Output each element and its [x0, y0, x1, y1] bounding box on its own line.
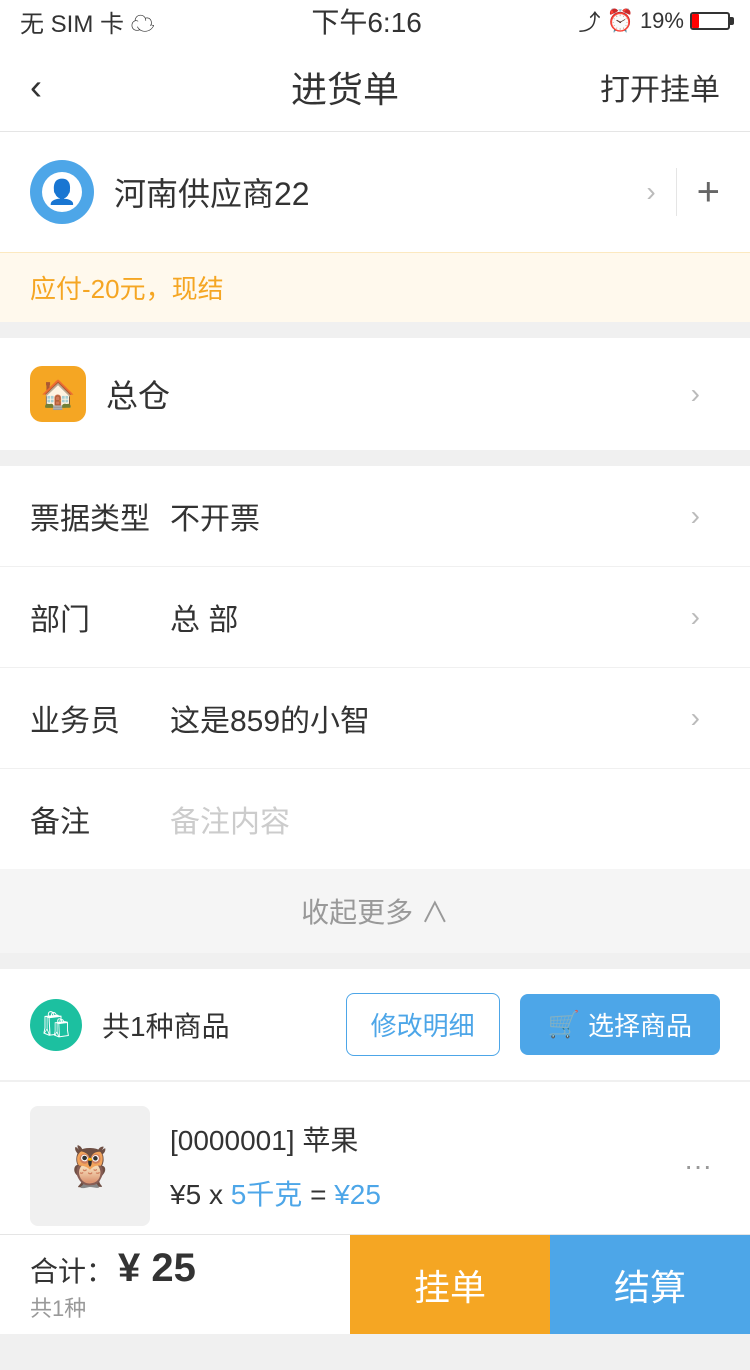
hang-label: 挂单	[414, 1259, 486, 1311]
multiply-sign: x	[209, 1179, 231, 1210]
products-count-label: 共1种商品	[102, 1005, 326, 1045]
total-label: 合计：	[30, 1250, 114, 1290]
select-label: 选择商品	[588, 1006, 692, 1043]
location-icon: ⤴	[579, 5, 601, 37]
salesman-label: 业务员	[30, 696, 150, 740]
nav-bar: ‹ 进货单 打开挂单	[0, 42, 750, 132]
page-title: 进货单	[291, 61, 399, 113]
status-time: 下午6:16	[311, 1, 422, 41]
product-total: ¥25	[334, 1179, 381, 1210]
product-thumb-icon: 🦉	[65, 1143, 115, 1190]
unit-price: ¥5	[170, 1179, 201, 1210]
product-price-row: ¥5 x 5千克 = ¥25	[170, 1173, 656, 1213]
product-item: 🦉 [0000001] 苹果 ¥5 x 5千克 = ¥25 ···	[0, 1082, 750, 1250]
open-pending-button[interactable]: 打开挂单	[600, 65, 720, 109]
supplier-name: 河南供应商22	[114, 169, 646, 215]
quantity: 5千克	[231, 1179, 303, 1210]
product-code: [0000001]	[170, 1125, 295, 1156]
checkout-label: 结算	[614, 1259, 686, 1311]
total-sub-label: 共1种	[30, 1291, 320, 1323]
hang-order-button[interactable]: 挂单	[350, 1235, 550, 1334]
department-chevron-icon: ›	[691, 601, 700, 633]
house-icon: 🏠	[41, 378, 76, 411]
collapse-button[interactable]: 收起更多 ∧	[0, 869, 750, 953]
equals-sign: =	[310, 1179, 334, 1210]
department-label: 部门	[30, 595, 150, 639]
salesman-row[interactable]: 业务员 这是859的小智 ›	[0, 668, 750, 769]
checkout-button[interactable]: 结算	[550, 1235, 750, 1334]
invoice-type-label: 票据类型	[30, 494, 150, 538]
invoice-type-value: 不开票	[170, 494, 691, 538]
form-section: 票据类型 不开票 › 部门 总 部 › 业务员 这是859的小智 › 备注 备注…	[0, 466, 750, 869]
supplier-card: 👤 河南供应商22 › + 应付-20元，现结	[0, 132, 750, 322]
divider	[676, 168, 677, 216]
department-value: 总 部	[170, 595, 691, 639]
supplier-chevron-icon: ›	[646, 176, 655, 208]
status-right: ⤴ ⏰ 19%	[579, 5, 730, 37]
salesman-value: 这是859的小智	[170, 696, 691, 740]
products-header: 🛍 共1种商品 修改明细 🛒 选择商品	[0, 969, 750, 1080]
remark-input[interactable]: 备注内容	[170, 797, 720, 841]
main-content: 👤 河南供应商22 › + 应付-20元，现结 🏠 总仓 › 票据类型 不开票 …	[0, 132, 750, 1370]
battery-icon	[690, 12, 730, 30]
warehouse-chevron-icon: ›	[691, 378, 700, 410]
product-title: 苹果	[302, 1125, 358, 1156]
product-more-button[interactable]: ···	[676, 1142, 720, 1190]
status-left: 无 SIM 卡 ☁	[20, 4, 155, 39]
total-section: 合计： ¥ 25 共1种	[0, 1235, 350, 1334]
warehouse-icon: 🏠	[30, 366, 86, 422]
sim-status: 无 SIM 卡 ☁	[20, 4, 155, 39]
select-product-button[interactable]: 🛒 选择商品	[520, 994, 720, 1055]
invoice-type-row[interactable]: 票据类型 不开票 ›	[0, 466, 750, 567]
add-button[interactable]: +	[697, 170, 720, 215]
remark-label: 备注	[30, 797, 150, 841]
products-icon: 🛍	[30, 999, 82, 1051]
total-amount: ¥ 25	[118, 1246, 196, 1291]
salesman-chevron-icon: ›	[691, 702, 700, 734]
warehouse-card[interactable]: 🏠 总仓 ›	[0, 338, 750, 450]
warehouse-name: 总仓	[106, 371, 691, 417]
notice-bar: 应付-20元，现结	[0, 252, 750, 322]
warehouse-row[interactable]: 🏠 总仓 ›	[0, 338, 750, 450]
collapse-label: 收起更多 ∧	[301, 897, 449, 928]
battery-percent: 19%	[640, 8, 684, 34]
notice-text: 应付-20元，现结	[30, 274, 224, 304]
invoice-chevron-icon: ›	[691, 500, 700, 532]
supplier-avatar-icon: 👤	[42, 172, 82, 212]
remark-row[interactable]: 备注 备注内容	[0, 769, 750, 869]
product-name: [0000001] 苹果	[170, 1119, 656, 1159]
supplier-row[interactable]: 👤 河南供应商22 › +	[0, 132, 750, 252]
product-thumbnail: 🦉	[30, 1106, 150, 1226]
modify-detail-button[interactable]: 修改明细	[346, 993, 500, 1056]
status-bar: 无 SIM 卡 ☁ 下午6:16 ⤴ ⏰ 19%	[0, 0, 750, 42]
back-button[interactable]: ‹	[30, 66, 90, 108]
department-row[interactable]: 部门 总 部 ›	[0, 567, 750, 668]
bottom-bar: 合计： ¥ 25 共1种 挂单 结算	[0, 1234, 750, 1334]
select-icon: 🛒	[548, 1009, 580, 1040]
cart-icon: 🛍	[39, 1009, 72, 1040]
supplier-avatar: 👤	[30, 160, 94, 224]
product-info: [0000001] 苹果 ¥5 x 5千克 = ¥25	[170, 1119, 656, 1213]
alarm-icon: ⏰	[607, 8, 634, 34]
